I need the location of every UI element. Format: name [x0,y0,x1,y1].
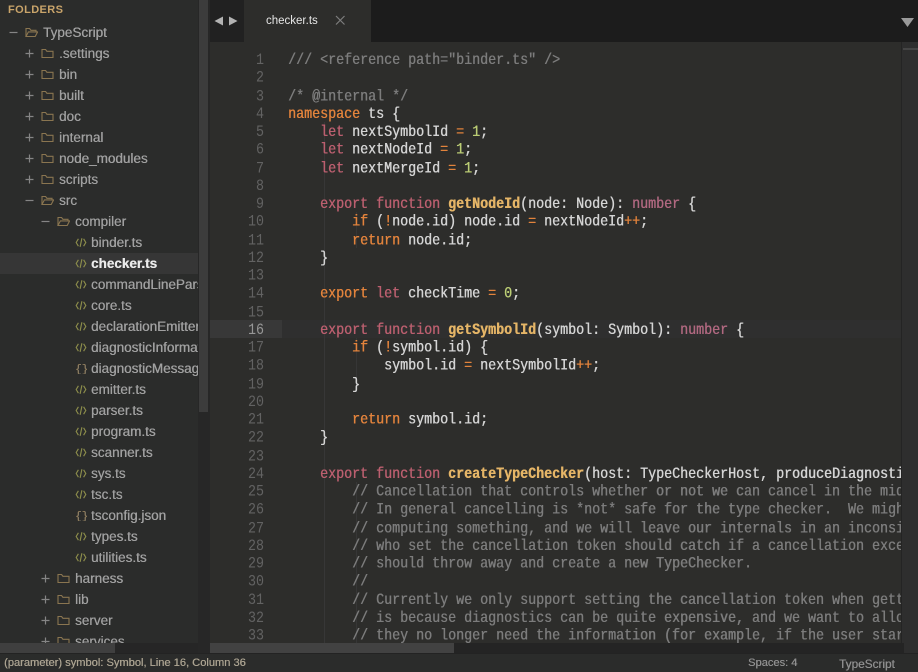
svg-text:{}: {} [75,511,87,521]
svg-text:{}: {} [75,364,87,374]
